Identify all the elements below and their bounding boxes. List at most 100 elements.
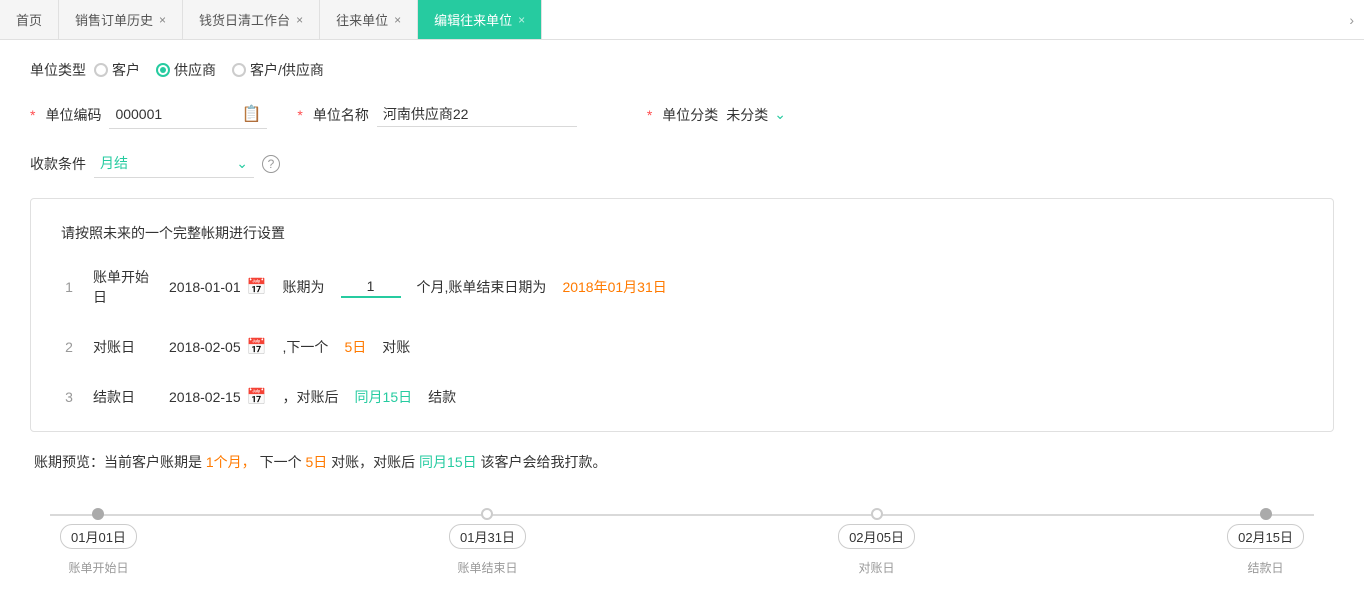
tab-cash-workbench[interactable]: 钱货日清工作台 × [183, 0, 320, 39]
main-content: 单位类型 客户 供应商 客户/供应商 * 单位编码 [0, 40, 1364, 608]
payment-condition-select[interactable]: 月结 ⌄ [94, 149, 254, 178]
row-1-label: 账单开始日 [93, 267, 153, 307]
preview-period: 1个月， [206, 454, 256, 470]
radio-customer-circle [94, 63, 108, 77]
close-edit-partner-tab[interactable]: × [518, 13, 525, 27]
setting-row-3: 3 结款日 2018-02-15 📅 ，对账后 同月15日 结款 [61, 387, 1303, 407]
unit-info-row: * 单位编码 📋 * 单位名称 * 单位分类 未分类 ⌄ [30, 100, 1334, 129]
timeline-label-2: 账单结束日 [457, 559, 517, 576]
unit-type-radio-group: 客户 供应商 客户/供应商 [94, 60, 324, 80]
unit-name-input[interactable] [377, 102, 577, 127]
radio-both[interactable]: 客户/供应商 [232, 60, 324, 80]
tab-partner-units[interactable]: 往来单位 × [320, 0, 418, 39]
timeline-label-1: 账单开始日 [68, 559, 128, 576]
row-2-date-value: 2018-02-05 [169, 339, 241, 355]
unit-type-row: 单位类型 客户 供应商 客户/供应商 [30, 60, 1334, 80]
row-1-description: 账期为 [283, 277, 325, 297]
radio-customer-label: 客户 [112, 60, 140, 80]
timeline-point-4: 02月15日 结款日 [1227, 492, 1304, 576]
unit-classify-value: 未分类 [726, 105, 768, 125]
row-1-date: 2018-01-01 📅 [169, 277, 267, 297]
timeline-badge-4: 02月15日 [1227, 524, 1304, 549]
row-2-num: 2 [61, 339, 77, 355]
timeline-dot-1 [92, 508, 104, 520]
tab-arrow[interactable]: › [1339, 0, 1364, 39]
setting-row-2: 2 对账日 2018-02-05 📅 ,下一个 5日 对账 [61, 337, 1303, 357]
preview-label: 账期预览：当前客户账期是 [34, 454, 202, 470]
payment-condition-label: 收款条件 [30, 154, 86, 174]
tab-home[interactable]: 首页 [0, 0, 59, 39]
payment-condition-field: 收款条件 月结 ⌄ ? [30, 149, 280, 178]
row-2-highlight-date: 5日 [344, 337, 366, 357]
unit-code-field: * 单位编码 📋 [30, 100, 267, 129]
unit-name-required: * [297, 107, 302, 123]
preview-pay-suffix: 该客户会给我打款。 [481, 454, 607, 470]
timeline-point-3: 02月05日 对账日 [838, 492, 915, 576]
close-cash-workbench-tab[interactable]: × [296, 13, 303, 27]
unit-classify-select[interactable]: 未分类 ⌄ [726, 105, 786, 125]
unit-name-label: 单位名称 [313, 105, 369, 125]
radio-supplier-label: 供应商 [174, 60, 216, 80]
radio-supplier[interactable]: 供应商 [156, 60, 216, 80]
row-1-date-value: 2018-01-01 [169, 279, 241, 295]
tab-edit-partner[interactable]: 编辑往来单位 × [418, 0, 542, 39]
period-input[interactable] [341, 276, 401, 298]
timeline-badge-1: 01月01日 [60, 524, 137, 549]
unit-type-label: 单位类型 [30, 60, 86, 80]
timeline-spacer-1 [137, 514, 449, 516]
unit-classify-required: * [647, 107, 652, 123]
payment-row: 收款条件 月结 ⌄ ? [30, 149, 1334, 178]
payment-condition-dropdown-icon: ⌄ [236, 155, 248, 172]
timeline-label-4: 结款日 [1248, 559, 1284, 576]
row-3-highlight-date: 同月15日 [355, 387, 413, 407]
settings-card-title: 请按照未来的一个完整帐期进行设置 [61, 223, 1303, 243]
unit-code-label: 单位编码 [45, 105, 101, 125]
row-3-label: 结款日 [93, 387, 153, 407]
row-1-end-date: 2018年01月31日 [562, 277, 666, 297]
preview-reconcile-date: 5日 [305, 454, 327, 470]
unit-code-icon[interactable]: 📋 [241, 104, 261, 124]
unit-type-field: 单位类型 客户 供应商 客户/供应商 [30, 60, 324, 80]
timeline-badge-2: 01月31日 [449, 524, 526, 549]
row-1-period-unit: 个月,账单结束日期为 [417, 277, 547, 297]
preview-reconcile-suffix: 对账，对账后 [331, 454, 415, 470]
row-3-date-value: 2018-02-15 [169, 389, 241, 405]
timeline-spacer-2 [526, 514, 838, 516]
row-3-description-suffix: 结款 [428, 387, 456, 407]
row-1-num: 1 [61, 279, 77, 295]
unit-code-input-wrapper: 📋 [109, 100, 267, 129]
timeline-dot-3 [871, 508, 883, 520]
row-2-date: 2018-02-05 📅 [169, 337, 267, 357]
preview-pay-date: 同月15日 [419, 454, 477, 470]
settings-card: 请按照未来的一个完整帐期进行设置 1 账单开始日 2018-01-01 📅 账期… [30, 198, 1334, 432]
timeline: 01月01日 账单开始日 01月31日 账单结束日 02月05日 对账日 02月… [60, 492, 1304, 576]
tab-sales-order-history[interactable]: 销售订单历史 × [59, 0, 183, 39]
radio-customer[interactable]: 客户 [94, 60, 140, 80]
unit-classify-label: 单位分类 [662, 105, 718, 125]
preview-section: 账期预览：当前客户账期是 1个月， 下一个 5日 对账，对账后 同月15日 该客… [30, 452, 1334, 472]
unit-code-input[interactable] [115, 106, 235, 122]
timeline-dot-4 [1260, 508, 1272, 520]
row-3-date: 2018-02-15 📅 [169, 387, 267, 407]
timeline-point-1: 01月01日 账单开始日 [60, 492, 137, 576]
timeline-spacer-3 [915, 514, 1227, 516]
row-2-label: 对账日 [93, 337, 153, 357]
row-3-calendar-icon[interactable]: 📅 [247, 387, 267, 407]
row-1-calendar-icon[interactable]: 📅 [247, 277, 267, 297]
unit-code-required: * [30, 107, 35, 123]
tab-bar: 首页 销售订单历史 × 钱货日清工作台 × 往来单位 × 编辑往来单位 × › [0, 0, 1364, 40]
unit-classify-field: * 单位分类 未分类 ⌄ [647, 105, 786, 125]
row-2-description-prefix: ,下一个 [283, 337, 329, 357]
payment-condition-help-icon[interactable]: ? [262, 155, 280, 173]
preview-reconcile-prefix: 下一个 [260, 454, 302, 470]
setting-row-1: 1 账单开始日 2018-01-01 📅 账期为 个月,账单结束日期为 2018… [61, 267, 1303, 307]
row-3-description-prefix: ，对账后 [283, 387, 339, 407]
row-2-description-suffix: 对账 [382, 337, 410, 357]
close-sales-order-tab[interactable]: × [159, 13, 166, 27]
unit-classify-dropdown-icon: ⌄ [774, 106, 786, 123]
close-partner-units-tab[interactable]: × [394, 13, 401, 27]
unit-name-field: * 单位名称 [297, 102, 576, 127]
timeline-label-3: 对账日 [859, 559, 895, 576]
row-2-calendar-icon[interactable]: 📅 [247, 337, 267, 357]
timeline-container: 01月01日 账单开始日 01月31日 账单结束日 02月05日 对账日 02月… [30, 492, 1334, 576]
